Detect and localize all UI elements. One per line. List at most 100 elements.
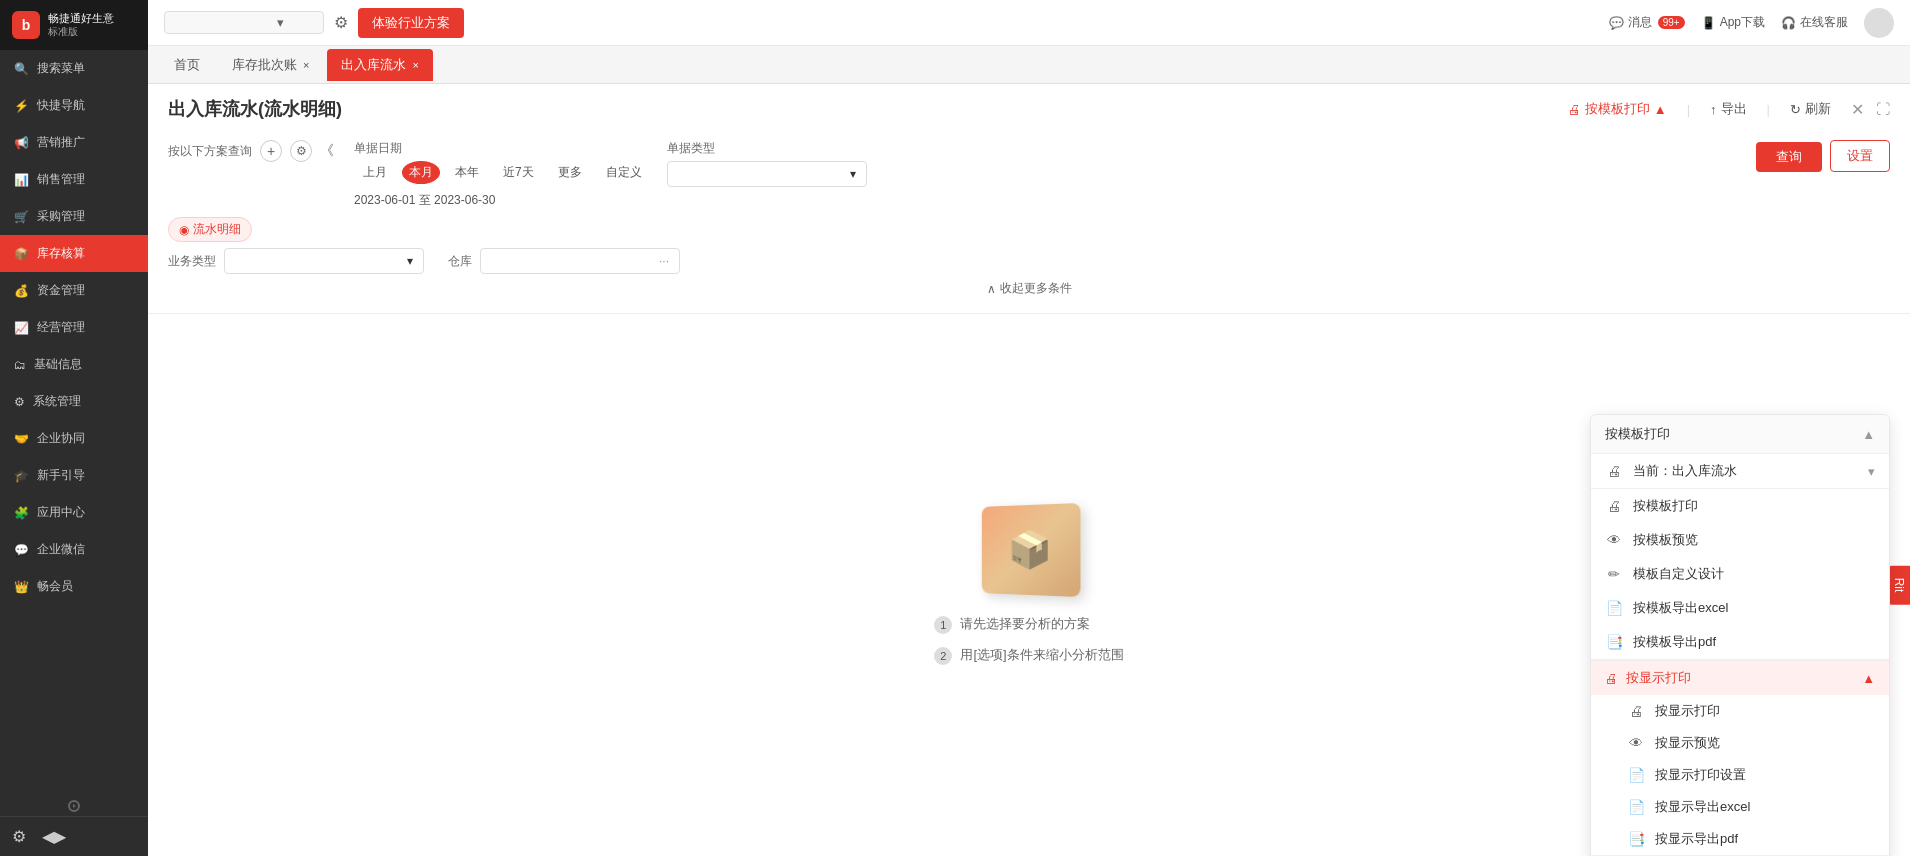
display-print-section-header[interactable]: 🖨 按显示打印 ▲ xyxy=(1591,660,1889,695)
date-btn-this-year[interactable]: 本年 xyxy=(446,161,488,184)
display-settings-icon: 📄 xyxy=(1627,767,1645,783)
sidebar-item-basics[interactable]: 🗂 基础信息 xyxy=(0,346,148,383)
topbar-right: 💬 消息 99+ 📱 App下载 🎧 在线客服 xyxy=(1609,8,1894,38)
display-excel-item[interactable]: 📄 按显示导出excel xyxy=(1591,791,1889,823)
user-avatar[interactable] xyxy=(1864,8,1894,38)
sidebar-item-system[interactable]: ⚙ 系统管理 xyxy=(0,383,148,420)
topbar-gear-icon[interactable]: ⚙ xyxy=(334,13,348,32)
warehouse-more-icon[interactable]: ··· xyxy=(659,254,669,268)
filter-chip-shuimingxi[interactable]: ◉ 流水明细 xyxy=(168,217,252,242)
sidebar-item-inventory-label: 库存核算 xyxy=(37,245,85,262)
display-print-item[interactable]: 🖨 按显示打印 xyxy=(1591,695,1889,727)
sidebar-item-member[interactable]: 👑 畅会员 xyxy=(0,568,148,605)
sidebar-item-finance-label: 资金管理 xyxy=(37,282,85,299)
date-btn-this-month[interactable]: 本月 xyxy=(402,161,440,184)
warehouse-select[interactable]: ··· xyxy=(480,248,680,274)
sidebar-item-inventory[interactable]: 📦 库存核算 xyxy=(0,235,148,272)
lightning-icon: ⚡ xyxy=(14,99,29,113)
print-button[interactable]: 🖨 按模板打印 ▲ xyxy=(1560,96,1675,122)
sidebar-item-apps[interactable]: 🧩 应用中心 xyxy=(0,494,148,531)
export-button[interactable]: ↑ 导出 xyxy=(1702,96,1755,122)
tab-batch-close[interactable]: × xyxy=(303,59,309,71)
date-btn-7days[interactable]: 近7天 xyxy=(494,161,543,184)
tab-flow[interactable]: 出入库流水 × xyxy=(327,49,432,81)
sidebar-item-marketing[interactable]: 📢 营销推广 xyxy=(0,124,148,161)
tab-flow-close[interactable]: × xyxy=(412,59,418,71)
warehouse-field: 仓库 ··· xyxy=(448,248,680,274)
date-filter-group: 单据日期 上月 本月 本年 近7天 更多 自定义 2023-06-01 至 20… xyxy=(354,140,651,209)
empty-step-1: 1 请先选择要分析的方案 xyxy=(934,615,1123,634)
type-filter-select[interactable]: ▾ xyxy=(667,161,867,187)
refresh-button[interactable]: ↻ 刷新 xyxy=(1782,96,1839,122)
query-button[interactable]: 查询 xyxy=(1756,142,1822,172)
online-service-button[interactable]: 🎧 在线客服 xyxy=(1781,14,1848,31)
sidebar-item-wechat[interactable]: 💬 企业微信 xyxy=(0,531,148,568)
sidebar-item-finance[interactable]: 💰 资金管理 xyxy=(0,272,148,309)
trial-button[interactable]: 体验行业方案 xyxy=(358,8,464,38)
online-service-label: 在线客服 xyxy=(1800,14,1848,31)
page-expand-button[interactable]: ⛶ xyxy=(1876,101,1890,117)
filter-add-button[interactable]: + xyxy=(260,140,282,162)
display-excel-icon: 📄 xyxy=(1627,799,1645,815)
date-btn-custom[interactable]: 自定义 xyxy=(597,161,651,184)
finance-icon: 💰 xyxy=(14,284,29,298)
divider2: | xyxy=(1767,102,1770,117)
set-button[interactable]: 设置 xyxy=(1830,140,1890,172)
sidebar-item-newbie[interactable]: 🎓 新手引导 xyxy=(0,457,148,494)
settings-icon[interactable]: ⚙ xyxy=(12,827,26,846)
display-excel-label: 按显示导出excel xyxy=(1655,798,1750,816)
sidebar-nav: 🔍 搜索菜单 ⚡ 快捷导航 📢 营销推广 📊 销售管理 🛒 采购管理 📦 库存核… xyxy=(0,50,148,796)
template-print-item[interactable]: 🖨 按模板打印 xyxy=(1591,489,1889,523)
right-sidebar-tab[interactable]: Rit xyxy=(1888,566,1910,605)
biz-type-select[interactable]: ▾ xyxy=(224,248,424,274)
template-excel-item[interactable]: 📄 按模板导出excel xyxy=(1591,591,1889,625)
page-area: 出入库流水(流水明细) 🖨 按模板打印 ▲ | ↑ 导出 | ↻ 刷新 ✕ xyxy=(148,84,1910,856)
tab-home[interactable]: 首页 xyxy=(160,49,214,81)
template-pdf-label: 按模板导出pdf xyxy=(1633,633,1716,651)
topbar-dropdown-icon[interactable]: ▾ xyxy=(277,15,284,30)
step-num-1: 1 xyxy=(934,616,952,634)
inventory-icon: 📦 xyxy=(14,247,29,261)
refresh-icon: ↻ xyxy=(1790,102,1801,117)
filter-collapse-button[interactable]: 《 xyxy=(320,142,334,160)
sidebar-item-sales[interactable]: 📊 销售管理 xyxy=(0,161,148,198)
filter-settings-button[interactable]: ⚙ xyxy=(290,140,312,162)
message-button[interactable]: 💬 消息 99+ xyxy=(1609,14,1685,31)
template-pdf-item[interactable]: 📑 按模板导出pdf xyxy=(1591,625,1889,659)
template-preview-item[interactable]: 👁 按模板预览 xyxy=(1591,523,1889,557)
date-btn-more[interactable]: 更多 xyxy=(549,161,591,184)
display-settings-item[interactable]: 📄 按显示打印设置 xyxy=(1591,759,1889,791)
topbar-search-input[interactable] xyxy=(173,16,273,30)
topbar-search-box[interactable]: ▾ xyxy=(164,11,324,34)
collapse-row[interactable]: ∧ 收起更多条件 xyxy=(168,274,1890,303)
template-print-icon: 🖨 xyxy=(1605,498,1623,514)
template-custom-item[interactable]: ✏ 模板自定义设计 xyxy=(1591,557,1889,591)
tab-batch[interactable]: 库存批次账 × xyxy=(218,49,323,81)
app-download-label: App下载 xyxy=(1720,14,1765,31)
sidebar-item-collab[interactable]: 🤝 企业协同 xyxy=(0,420,148,457)
print-panel-collapse-icon[interactable]: ▲ xyxy=(1862,427,1875,442)
basics-icon: 🗂 xyxy=(14,358,26,372)
sidebar-item-purchase-label: 采购管理 xyxy=(37,208,85,225)
sidebar-item-basics-label: 基础信息 xyxy=(34,356,82,373)
sidebar-item-search[interactable]: 🔍 搜索菜单 xyxy=(0,50,148,87)
sidebar-item-operations[interactable]: 📈 经营管理 xyxy=(0,309,148,346)
export-icon: ↑ xyxy=(1710,102,1717,117)
page-close-button[interactable]: ✕ xyxy=(1851,100,1864,119)
divider1: | xyxy=(1687,102,1690,117)
phone-icon: 📱 xyxy=(1701,16,1716,30)
app-download-button[interactable]: 📱 App下载 xyxy=(1701,14,1765,31)
print-panel-current-section[interactable]: 🖨 当前：出入库流水 ▾ xyxy=(1591,454,1889,488)
display-pdf-item[interactable]: 📑 按显示导出pdf xyxy=(1591,823,1889,855)
sidebar-item-operations-label: 经营管理 xyxy=(37,319,85,336)
sidebar-item-purchase[interactable]: 🛒 采购管理 xyxy=(0,198,148,235)
sidebar-item-quick-nav[interactable]: ⚡ 快捷导航 xyxy=(0,87,148,124)
collapse-sidebar-icon[interactable]: ◀▶ xyxy=(42,827,66,846)
display-preview-item[interactable]: 👁 按显示预览 xyxy=(1591,727,1889,759)
date-range-display: 2023-06-01 至 2023-06-30 xyxy=(354,192,651,209)
sidebar-item-wechat-label: 企业微信 xyxy=(37,541,85,558)
template-preview-label: 按模板预览 xyxy=(1633,531,1698,549)
date-btn-last-month[interactable]: 上月 xyxy=(354,161,396,184)
apps-icon: 🧩 xyxy=(14,506,29,520)
sidebar-item-quick-label: 快捷导航 xyxy=(37,97,85,114)
